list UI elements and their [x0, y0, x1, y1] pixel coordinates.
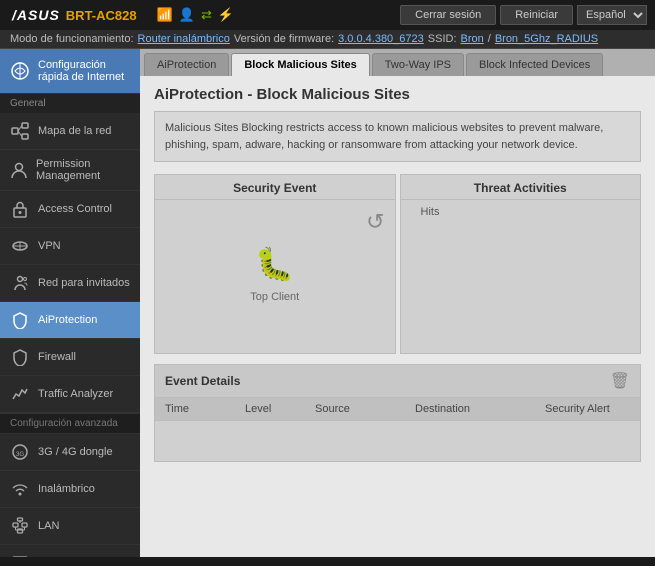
sidebar-item-firewall[interactable]: Firewall	[0, 339, 140, 376]
trash-icon[interactable]: 🗑	[610, 371, 630, 391]
sidebar-item-vpn[interactable]: VPN	[0, 228, 140, 265]
col-source: Source	[315, 403, 415, 415]
logo-area: /ASUS BRT-AC828	[8, 7, 141, 23]
restart-button[interactable]: Reiniciar	[500, 5, 573, 25]
charts-row: Security Event 🐛 Top Client ↺ Threat Act…	[154, 174, 641, 354]
svg-text:3G: 3G	[16, 452, 24, 458]
sidebar-item-3g-dongle[interactable]: 3G 3G / 4G dongle	[0, 434, 140, 471]
sidebar-item-access-control[interactable]: Access Control	[0, 191, 140, 228]
refresh-icon[interactable]: ↺	[366, 209, 384, 235]
content-area: AiProtection Block Malicious Sites Two-W…	[140, 49, 655, 557]
vpn-label: VPN	[38, 240, 61, 252]
tab-block-infected[interactable]: Block Infected Devices	[466, 53, 603, 76]
ssid1-link[interactable]: Bron	[461, 33, 484, 45]
firewall-label: Firewall	[38, 351, 76, 363]
lan-icon	[10, 516, 30, 536]
event-table-body	[155, 421, 640, 461]
event-table-header: Time Level Source Destination Security A…	[155, 398, 640, 421]
permission-mgmt-label: Permission Management	[36, 158, 130, 182]
user-icon: 👤	[179, 7, 195, 23]
sidebar-item-wireless[interactable]: Inalámbrico	[0, 471, 140, 508]
tab-aiprotection[interactable]: AiProtection	[144, 53, 229, 76]
sidebar-item-vlan[interactable]: VLAN	[0, 545, 140, 557]
tabs-bar: AiProtection Block Malicious Sites Two-W…	[140, 49, 655, 76]
asus-logo: /ASUS	[12, 7, 60, 23]
sidebar-item-network-map[interactable]: Mapa de la red	[0, 113, 140, 150]
network-map-icon	[10, 121, 30, 141]
tab-block-malicious[interactable]: Block Malicious Sites	[231, 53, 369, 76]
firmware-link[interactable]: 3.0.0.4.380_6723	[338, 33, 424, 45]
ssid2-link[interactable]: Bron_5Ghz_RADIUS	[495, 33, 598, 45]
sidebar-item-aiprotection[interactable]: AiProtection	[0, 302, 140, 339]
ssid-label: SSID:	[428, 33, 457, 45]
threat-activities-inner	[401, 222, 641, 370]
threat-activities-title: Threat Activities	[401, 175, 641, 200]
traffic-analyzer-icon	[10, 384, 30, 404]
network-map-label: Mapa de la red	[38, 125, 111, 137]
mode-link[interactable]: Router inalámbrico	[138, 33, 230, 45]
vpn-icon	[10, 236, 30, 256]
description-box: Malicious Sites Blocking restricts acces…	[154, 111, 641, 162]
bug-icon: 🐛	[255, 245, 295, 283]
power-icon: ⚡	[218, 7, 234, 23]
col-security-alert: Security Alert	[545, 403, 630, 415]
lan-label: LAN	[38, 520, 59, 532]
firewall-icon	[10, 347, 30, 367]
quick-internet-label: Configuración rápida de Internet	[38, 59, 130, 83]
header-buttons: Cerrar sesión Reiniciar Español	[400, 5, 647, 25]
mode-label: Modo de funcionamiento:	[10, 33, 134, 45]
sidebar-item-guest-network[interactable]: Red para invitados	[0, 265, 140, 302]
wifi-icon: 📶	[157, 7, 173, 23]
sidebar-item-quick-internet[interactable]: Configuración rápida de Internet	[0, 49, 140, 93]
access-control-label: Access Control	[38, 203, 112, 215]
sidebar-item-permission-mgmt[interactable]: Permission Management	[0, 150, 140, 191]
security-event-panel: Security Event 🐛 Top Client ↺	[154, 174, 396, 354]
model-name: BRT-AC828	[66, 8, 137, 23]
inner-content: AiProtection - Block Malicious Sites Mal…	[140, 76, 655, 557]
3g-dongle-label: 3G / 4G dongle	[38, 446, 113, 458]
sidebar-item-traffic-analyzer[interactable]: Traffic Analyzer	[0, 376, 140, 413]
security-event-title: Security Event	[155, 175, 395, 200]
sidebar-section-advanced: Configuración avanzada	[0, 413, 140, 434]
sidebar: Configuración rápida de Internet General…	[0, 49, 140, 557]
language-select[interactable]: Español	[577, 5, 647, 25]
security-event-inner: 🐛 Top Client	[155, 200, 395, 348]
guest-network-icon	[10, 273, 30, 293]
wireless-icon	[10, 479, 30, 499]
event-details-panel: Event Details 🗑 Time Level Source Destin…	[154, 364, 641, 462]
traffic-analyzer-label: Traffic Analyzer	[38, 388, 113, 400]
header: /ASUS BRT-AC828 📶 👤 ⇄ ⚡ Cerrar sesión Re…	[0, 0, 655, 30]
tab-two-way-ips[interactable]: Two-Way IPS	[372, 53, 464, 76]
info-bar: Modo de funcionamiento: Router inalámbri…	[0, 30, 655, 49]
transfer-icon: ⇄	[201, 7, 212, 23]
hits-label: Hits	[411, 200, 450, 220]
main-layout: Configuración rápida de Internet General…	[0, 49, 655, 557]
access-control-icon	[10, 199, 30, 219]
quick-internet-icon	[10, 60, 30, 82]
vlan-icon	[10, 553, 30, 557]
firmware-label: Versión de firmware:	[234, 33, 334, 45]
3g-dongle-icon: 3G	[10, 442, 30, 462]
guest-network-label: Red para invitados	[38, 277, 130, 289]
sidebar-section-general: General	[0, 93, 140, 113]
aiprotection-icon	[10, 310, 30, 330]
sidebar-item-lan[interactable]: LAN	[0, 508, 140, 545]
wireless-label: Inalámbrico	[38, 483, 95, 495]
permission-icon	[10, 160, 28, 180]
top-client-label: Top Client	[250, 291, 299, 303]
event-details-title: Event Details	[165, 374, 240, 388]
col-destination: Destination	[415, 403, 545, 415]
col-time: Time	[165, 403, 245, 415]
page-title: AiProtection - Block Malicious Sites	[154, 86, 641, 103]
logout-button[interactable]: Cerrar sesión	[400, 5, 496, 25]
header-icons: 📶 👤 ⇄ ⚡	[157, 7, 234, 23]
ssid-separator: /	[488, 33, 491, 45]
aiprotection-label: AiProtection	[38, 314, 97, 326]
threat-activities-panel: Threat Activities Hits	[400, 174, 642, 354]
col-level: Level	[245, 403, 315, 415]
